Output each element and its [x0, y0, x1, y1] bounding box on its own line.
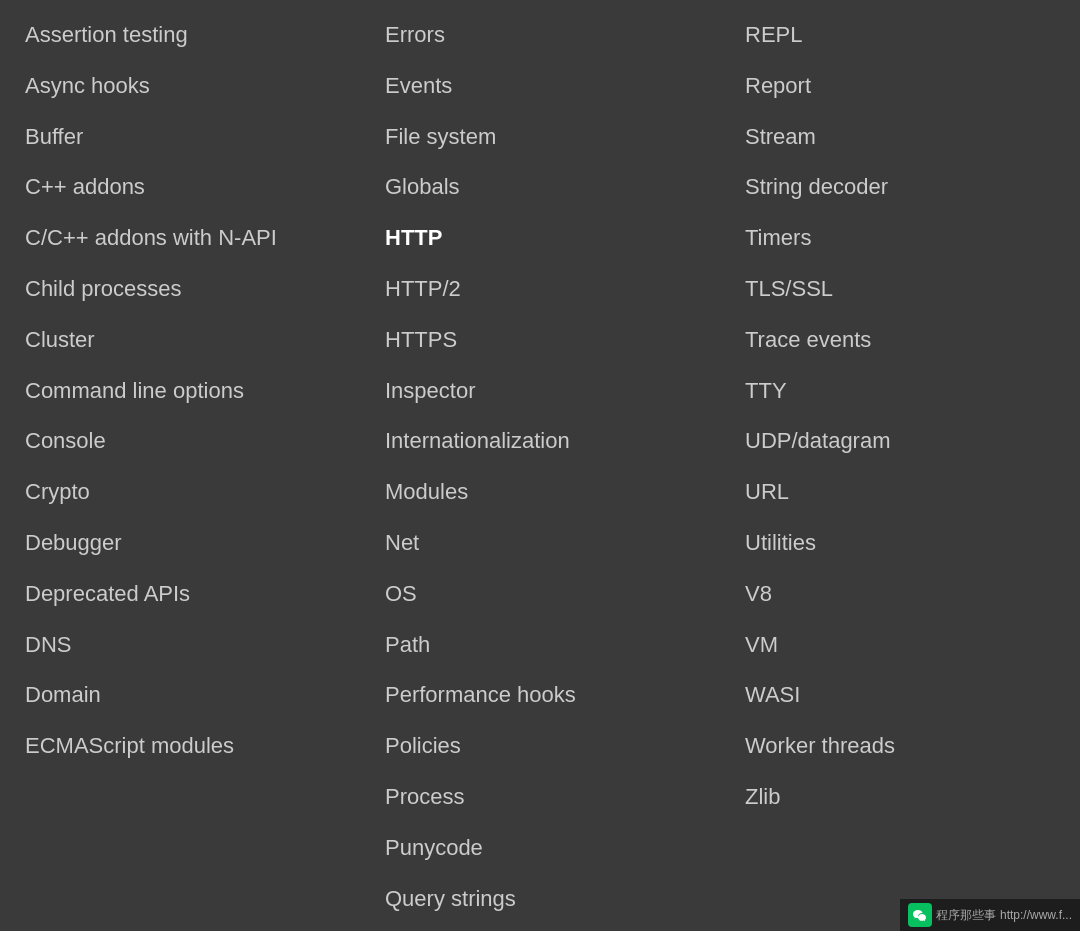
nav-item-col2-1[interactable]: Events	[380, 61, 700, 112]
nav-item-col1-14[interactable]: ECMAScript modules	[20, 721, 340, 772]
nav-item-col3-12[interactable]: VM	[740, 620, 1060, 671]
watermark-url: http://www.f...	[1000, 908, 1072, 922]
nav-item-col3-1[interactable]: Report	[740, 61, 1060, 112]
nav-item-col1-0[interactable]: Assertion testing	[20, 10, 340, 61]
nav-item-col2-6[interactable]: HTTPS	[380, 315, 700, 366]
nav-item-col3-6[interactable]: Trace events	[740, 315, 1060, 366]
nav-item-col3-5[interactable]: TLS/SSL	[740, 264, 1060, 315]
nav-item-col2-14[interactable]: Policies	[380, 721, 700, 772]
nav-item-col1-6[interactable]: Cluster	[20, 315, 340, 366]
nav-item-col2-13[interactable]: Performance hooks	[380, 670, 700, 721]
nav-item-col3-7[interactable]: TTY	[740, 366, 1060, 417]
nav-item-col3-10[interactable]: Utilities	[740, 518, 1060, 569]
nav-item-col3-0[interactable]: REPL	[740, 10, 1060, 61]
nav-item-col3-2[interactable]: Stream	[740, 112, 1060, 163]
nav-item-col1-13[interactable]: Domain	[20, 670, 340, 721]
nav-item-col3-8[interactable]: UDP/datagram	[740, 416, 1060, 467]
nav-item-col3-11[interactable]: V8	[740, 569, 1060, 620]
nav-item-col2-4[interactable]: HTTP	[380, 213, 700, 264]
nav-item-col1-10[interactable]: Debugger	[20, 518, 340, 569]
nav-item-col2-3[interactable]: Globals	[380, 162, 700, 213]
nav-item-col1-1[interactable]: Async hooks	[20, 61, 340, 112]
nav-item-col1-9[interactable]: Crypto	[20, 467, 340, 518]
nav-item-col2-12[interactable]: Path	[380, 620, 700, 671]
wechat-icon	[908, 903, 932, 927]
nav-item-col2-9[interactable]: Modules	[380, 467, 700, 518]
nav-item-col3-3[interactable]: String decoder	[740, 162, 1060, 213]
nav-item-col2-17[interactable]: Query strings	[380, 874, 700, 925]
nav-item-col2-15[interactable]: Process	[380, 772, 700, 823]
nav-item-col2-18[interactable]: Readline	[380, 924, 700, 931]
nav-item-col3-14[interactable]: Worker threads	[740, 721, 1060, 772]
nav-container: Assertion testingAsync hooksBufferC++ ad…	[0, 0, 1080, 931]
nav-item-col1-4[interactable]: C/C++ addons with N-API	[20, 213, 340, 264]
nav-column-3: REPLReportStreamString decoderTimersTLS/…	[720, 10, 1080, 921]
nav-item-col1-2[interactable]: Buffer	[20, 112, 340, 163]
nav-item-col2-2[interactable]: File system	[380, 112, 700, 163]
nav-column-1: Assertion testingAsync hooksBufferC++ ad…	[0, 10, 360, 921]
nav-item-col3-15[interactable]: Zlib	[740, 772, 1060, 823]
nav-item-col1-5[interactable]: Child processes	[20, 264, 340, 315]
nav-column-2: ErrorsEventsFile systemGlobalsHTTPHTTP/2…	[360, 10, 720, 921]
nav-item-col2-0[interactable]: Errors	[380, 10, 700, 61]
nav-item-col1-12[interactable]: DNS	[20, 620, 340, 671]
nav-item-col2-16[interactable]: Punycode	[380, 823, 700, 874]
nav-item-col3-4[interactable]: Timers	[740, 213, 1060, 264]
watermark-name: 程序那些事	[936, 907, 996, 924]
nav-item-col1-3[interactable]: C++ addons	[20, 162, 340, 213]
nav-item-col2-7[interactable]: Inspector	[380, 366, 700, 417]
watermark: 程序那些事 http://www.f...	[900, 899, 1080, 931]
nav-item-col2-5[interactable]: HTTP/2	[380, 264, 700, 315]
nav-item-col2-11[interactable]: OS	[380, 569, 700, 620]
nav-item-col3-13[interactable]: WASI	[740, 670, 1060, 721]
nav-item-col2-8[interactable]: Internationalization	[380, 416, 700, 467]
nav-item-col3-9[interactable]: URL	[740, 467, 1060, 518]
nav-item-col1-7[interactable]: Command line options	[20, 366, 340, 417]
nav-item-col1-8[interactable]: Console	[20, 416, 340, 467]
nav-item-col2-10[interactable]: Net	[380, 518, 700, 569]
nav-item-col1-11[interactable]: Deprecated APIs	[20, 569, 340, 620]
